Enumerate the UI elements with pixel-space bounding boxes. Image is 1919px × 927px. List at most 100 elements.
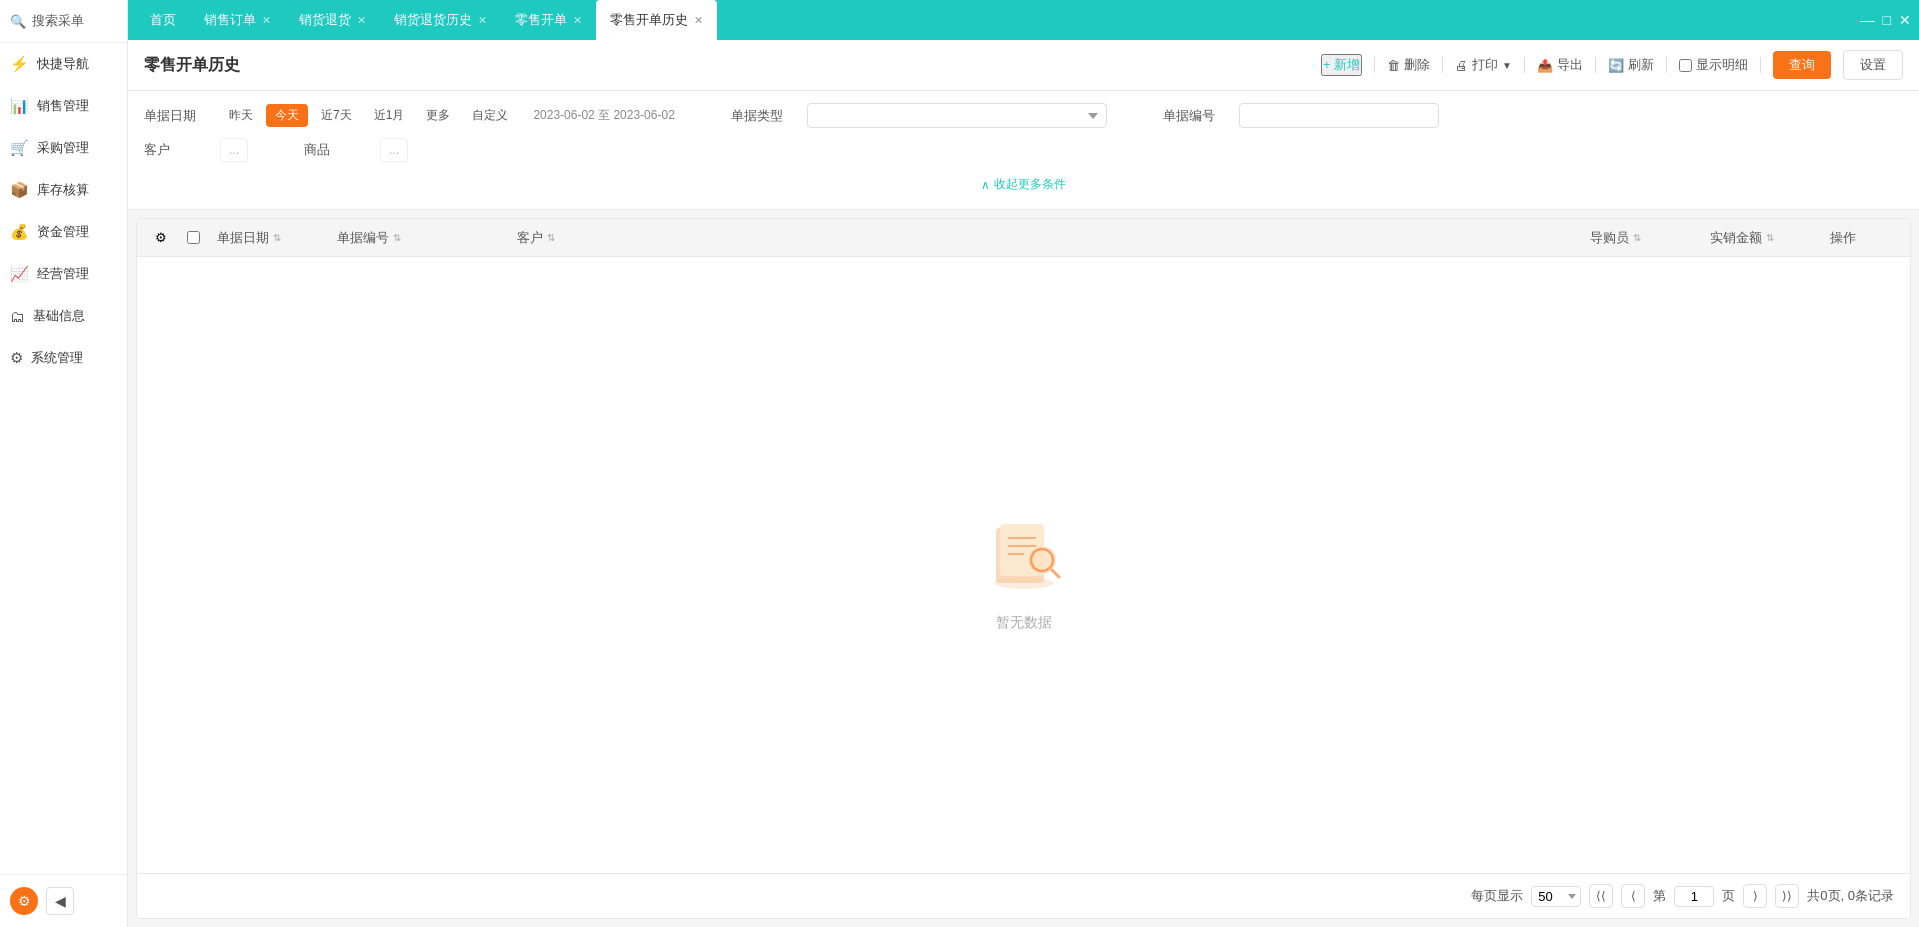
filter-row-1: 单据日期 昨天 今天 近7天 近1月 更多 自定义 2023-06-02 至 2…	[144, 103, 1903, 128]
goods-filter-label: 商品	[304, 141, 364, 159]
tab-sales-return-close[interactable]: ✕	[357, 14, 366, 27]
table-settings-btn[interactable]: ⚙	[145, 230, 177, 245]
page-label: 第	[1653, 887, 1666, 905]
divider-3	[1524, 57, 1525, 73]
divider-6	[1760, 57, 1761, 73]
customer-filter-dots[interactable]: ...	[220, 138, 248, 162]
number-filter-input[interactable]	[1239, 103, 1439, 128]
new-button[interactable]: + 新增	[1321, 54, 1362, 76]
tab-sales-return-history-close[interactable]: ✕	[478, 14, 487, 27]
tab-retail-open-history-close[interactable]: ✕	[694, 14, 703, 27]
th-date[interactable]: 单据日期 ⇅	[209, 229, 329, 247]
tab-retail-open-close[interactable]: ✕	[573, 14, 582, 27]
page-size-select[interactable]: 10 20 50 100	[1531, 886, 1581, 907]
close-icon[interactable]: ✕	[1899, 12, 1911, 28]
svg-line-8	[1052, 570, 1059, 577]
tab-retail-open[interactable]: 零售开单 ✕	[501, 0, 596, 40]
first-page-btn[interactable]: ⟨⟨	[1589, 884, 1613, 908]
query-button[interactable]: 查询	[1773, 51, 1831, 79]
sort-number-icon: ⇅	[393, 232, 401, 243]
th-number[interactable]: 单据编号 ⇅	[329, 229, 509, 247]
refresh-icon: 🔄	[1608, 58, 1624, 73]
last7days-btn[interactable]: 近7天	[312, 104, 361, 127]
sidebar-item-purchase-mgmt[interactable]: 🛒 采购管理	[0, 127, 127, 169]
sidebar-item-system-mgmt[interactable]: ⚙ 系统管理	[0, 337, 127, 379]
sidebar-item-label: 采购管理	[37, 139, 89, 157]
divider-5	[1666, 57, 1667, 73]
sort-amount-icon: ⇅	[1766, 232, 1774, 243]
today-btn[interactable]: 今天	[266, 104, 308, 127]
select-all-checkbox[interactable]	[187, 231, 200, 244]
tab-sales-order[interactable]: 销售订单 ✕	[190, 0, 285, 40]
last1month-btn[interactable]: 近1月	[365, 104, 414, 127]
refresh-button[interactable]: 🔄 刷新	[1608, 56, 1654, 74]
empty-illustration	[974, 498, 1074, 598]
sidebar-collapse-button[interactable]: ◀	[46, 887, 74, 915]
page-content: 零售开单历史 + 新增 🗑 删除 🖨 打印 ▼ 📤 导出	[128, 40, 1919, 927]
sidebar-search[interactable]: 🔍 搜索采单	[0, 0, 127, 43]
sidebar-item-label: 销售管理	[37, 97, 89, 115]
export-button[interactable]: 📤 导出	[1537, 56, 1583, 74]
tab-sales-return-history[interactable]: 销货退货历史 ✕	[380, 0, 501, 40]
top-nav: 首页 销售订单 ✕ 销货退货 ✕ 销货退货历史 ✕ 零售开单 ✕ 零售开单历史 …	[128, 0, 1919, 40]
tab-home[interactable]: 首页	[136, 0, 190, 40]
table-select-all[interactable]	[177, 231, 209, 244]
main-content: 首页 销售订单 ✕ 销货退货 ✕ 销货退货历史 ✕ 零售开单 ✕ 零售开单历史 …	[128, 0, 1919, 927]
page-title: 零售开单历史	[144, 55, 240, 76]
page-toolbar: 零售开单历史 + 新增 🗑 删除 🖨 打印 ▼ 📤 导出	[128, 40, 1919, 91]
display-toggle[interactable]: 显示明细	[1679, 56, 1748, 74]
finance-icon: 💰	[10, 223, 29, 241]
minimize-icon[interactable]: —	[1861, 12, 1875, 28]
sales-mgmt-icon: 📊	[10, 97, 29, 115]
goods-filter-dots[interactable]: ...	[380, 138, 408, 162]
sidebar-item-label: 系统管理	[31, 349, 83, 367]
yesterday-btn[interactable]: 昨天	[220, 104, 262, 127]
delete-icon: 🗑	[1387, 58, 1400, 73]
sidebar-item-inventory[interactable]: 📦 库存核算	[0, 169, 127, 211]
custom-btn[interactable]: 自定义	[463, 104, 517, 127]
date-filter-buttons: 昨天 今天 近7天 近1月 更多 自定义	[220, 104, 517, 127]
sidebar-item-quick-nav[interactable]: ⚡ 快捷导航	[0, 43, 127, 85]
type-filter-select[interactable]	[807, 103, 1107, 128]
delete-button[interactable]: 🗑 删除	[1387, 56, 1430, 74]
settings-button[interactable]: 设置	[1843, 50, 1903, 80]
empty-text: 暂无数据	[996, 614, 1052, 632]
tab-retail-open-history[interactable]: 零售开单历史 ✕	[596, 0, 717, 40]
tab-sales-return[interactable]: 销货退货 ✕	[285, 0, 380, 40]
sort-date-icon: ⇅	[273, 232, 281, 243]
sidebar-item-label: 经营管理	[37, 265, 89, 283]
th-customer[interactable]: 客户 ⇅	[509, 229, 1582, 247]
settings-footer-button[interactable]: ⚙	[10, 887, 38, 915]
tab-retail-open-history-label: 零售开单历史	[610, 11, 688, 29]
display-checkbox[interactable]	[1679, 59, 1692, 72]
sidebar-item-label: 库存核算	[37, 181, 89, 199]
print-dropdown-icon: ▼	[1502, 60, 1512, 71]
th-amount[interactable]: 实销金额 ⇅	[1702, 229, 1822, 247]
collapse-more-btn[interactable]: ∧ 收起更多条件	[144, 172, 1903, 197]
more-btn[interactable]: 更多	[417, 104, 459, 127]
pagination: 每页显示 10 20 50 100 ⟨⟨ ⟨ 第 页 ⟩ ⟩⟩ 共0页, 0条记…	[137, 873, 1910, 918]
per-page-label: 每页显示	[1471, 887, 1523, 905]
maximize-icon[interactable]: □	[1883, 12, 1891, 28]
next-page-btn[interactable]: ⟩	[1743, 884, 1767, 908]
th-guide[interactable]: 导购员 ⇅	[1582, 229, 1702, 247]
last-page-btn[interactable]: ⟩⟩	[1775, 884, 1799, 908]
page-label-2: 页	[1722, 887, 1735, 905]
quick-nav-icon: ⚡	[10, 55, 29, 73]
table-area: ⚙ 单据日期 ⇅ 单据编号 ⇅ 客户 ⇅ 导购员 ⇅	[136, 218, 1911, 919]
prev-page-btn[interactable]: ⟨	[1621, 884, 1645, 908]
sidebar-item-base-info[interactable]: 🗂 基础信息	[0, 295, 127, 337]
divider-1	[1374, 57, 1375, 73]
sidebar-item-operations[interactable]: 📈 经营管理	[0, 253, 127, 295]
tab-home-label: 首页	[150, 11, 176, 29]
sidebar-item-sales-mgmt[interactable]: 📊 销售管理	[0, 85, 127, 127]
toolbar-actions: + 新增 🗑 删除 🖨 打印 ▼ 📤 导出	[1321, 50, 1903, 80]
sidebar-item-finance[interactable]: 💰 资金管理	[0, 211, 127, 253]
tab-retail-open-label: 零售开单	[515, 11, 567, 29]
tab-sales-order-close[interactable]: ✕	[262, 14, 271, 27]
page-input[interactable]	[1674, 886, 1714, 907]
print-button[interactable]: 🖨 打印 ▼	[1455, 56, 1512, 74]
sidebar-footer: ⚙ ◀	[0, 874, 127, 927]
number-filter-label: 单据编号	[1163, 107, 1223, 125]
operations-icon: 📈	[10, 265, 29, 283]
